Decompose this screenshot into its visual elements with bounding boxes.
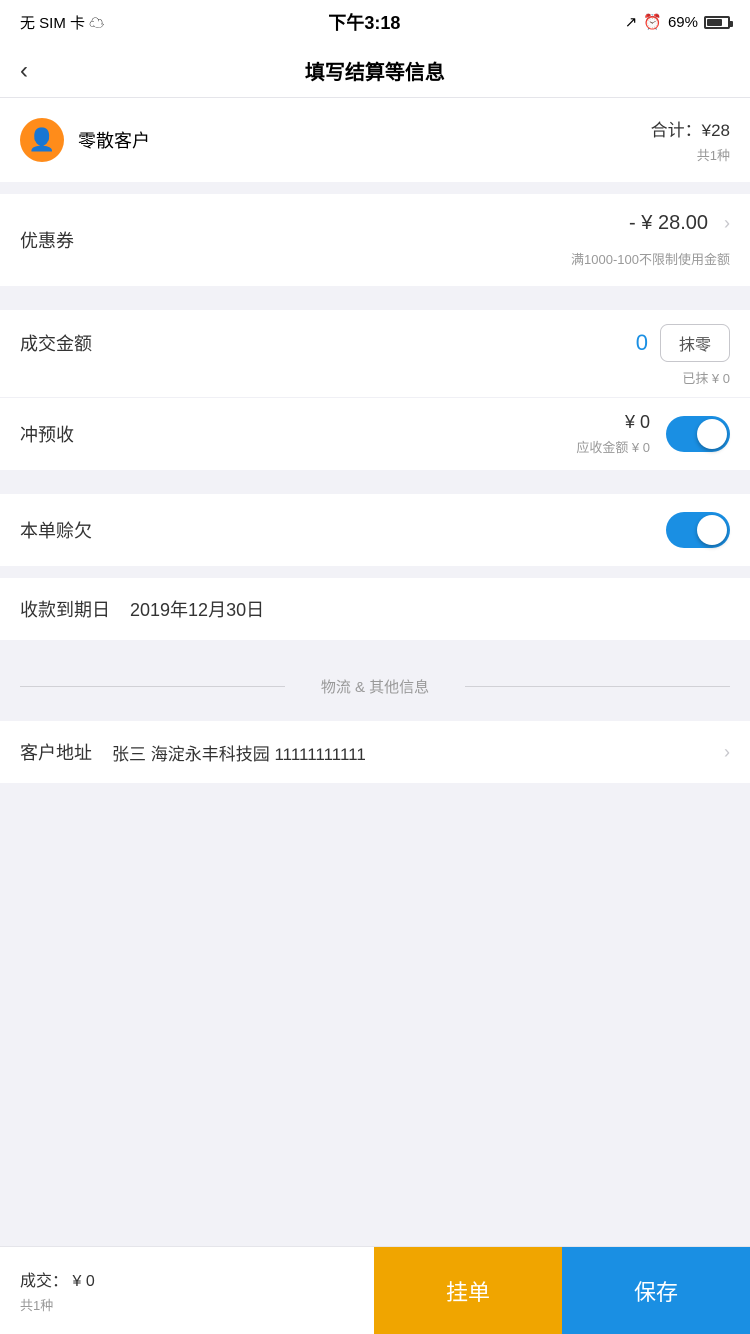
bottom-deal-value: ¥ 0 [72, 1273, 94, 1290]
coupon-row[interactable]: 优惠券 - ¥ 28.00 › 满1000-100不限制使用金额 [0, 194, 750, 286]
status-left: 无 SIM 卡 ☁ [20, 12, 104, 33]
bottom-bar: 成交： ¥ 0 共1种 挂单 保存 [0, 1246, 750, 1334]
bottom-deal-label: 成交： [20, 1273, 68, 1290]
logistics-divider: 物流 & 其他信息 [0, 664, 750, 709]
deal-row-top: 成交金额 0 抹零 [20, 324, 730, 362]
status-bar: 无 SIM 卡 ☁ 下午3:18 ↗ ⏰ 69% [0, 0, 750, 44]
logistics-label: 物流 & 其他信息 [321, 676, 429, 697]
prepay-amounts: ¥ 0 应收金额 ¥ 0 [576, 412, 650, 456]
deal-label: 成交金额 [20, 330, 92, 356]
round-button[interactable]: 抹零 [660, 324, 730, 362]
divider-line-right [465, 686, 730, 687]
coupon-label: 优惠券 [20, 227, 74, 253]
deal-value[interactable]: 0 [636, 330, 648, 356]
page-title: 填写结算等信息 [305, 56, 445, 85]
deal-row: 成交金额 0 抹零 已抹 ¥ 0 [0, 310, 750, 398]
save-button[interactable]: 保存 [562, 1247, 750, 1334]
bottom-count: 共1种 [20, 1295, 354, 1314]
bottom-deal: 成交： ¥ 0 [20, 1267, 354, 1291]
deal-section: 成交金额 0 抹零 已抹 ¥ 0 冲预收 ¥ 0 应收金额 ¥ 0 [0, 310, 750, 470]
debt-label: 本单赊欠 [20, 517, 92, 543]
customer-total: 合计：¥28 [651, 116, 730, 141]
address-chevron-icon: › [724, 742, 730, 763]
divider-line-left [20, 686, 285, 687]
prepay-sub: 应收金额 ¥ 0 [576, 437, 650, 456]
nav-bar: ‹ 填写结算等信息 [0, 44, 750, 98]
deal-sub: 已抹 ¥ 0 [20, 368, 730, 387]
separator-1 [0, 298, 750, 310]
deal-input-area: 0 抹零 [636, 324, 730, 362]
customer-name: 零散客户 [78, 127, 150, 153]
separator-4 [0, 709, 750, 721]
avatar-icon: 👤 [28, 127, 55, 153]
toggle-knob [697, 419, 727, 449]
battery-percent: 69% [668, 14, 698, 31]
coupon-section: 优惠券 - ¥ 28.00 › 满1000-100不限制使用金额 [0, 194, 750, 286]
status-right: ↗ ⏰ 69% [625, 13, 730, 31]
prepay-amount: ¥ 0 [576, 412, 650, 433]
due-date-value[interactable]: 2019年12月30日 [130, 596, 264, 622]
customer-row: 👤 零散客户 合计：¥28 共1种 [0, 98, 750, 182]
prepay-toggle[interactable] [666, 416, 730, 452]
address-row[interactable]: 客户地址 张三 海淀永丰科技园 11111111111 › [0, 721, 750, 783]
hang-button[interactable]: 挂单 [374, 1247, 562, 1334]
logistics-divider-inner: 物流 & 其他信息 [0, 676, 750, 697]
back-button[interactable]: ‹ [20, 57, 28, 85]
debt-toggle-knob [697, 515, 727, 545]
battery-icon [704, 16, 730, 29]
prepay-right: ¥ 0 应收金额 ¥ 0 [576, 412, 730, 456]
sim-label: 无 SIM 卡 ☁ [20, 12, 104, 33]
bottom-info: 成交： ¥ 0 共1种 [0, 1267, 374, 1314]
coupon-amount-row: - ¥ 28.00 › [629, 212, 730, 235]
prepay-label: 冲预收 [20, 421, 74, 447]
location-icon: ↗ [625, 13, 638, 31]
separator-3 [0, 652, 750, 664]
address-right: › [718, 742, 730, 763]
due-date-row: 收款到期日 2019年12月30日 [0, 578, 750, 640]
alarm-icon: ⏰ [643, 13, 662, 31]
debt-row: 本单赊欠 [0, 494, 750, 566]
coupon-amount: - ¥ 28.00 [629, 212, 708, 235]
address-value: 张三 海淀永丰科技园 11111111111 [112, 740, 718, 765]
customer-right: 合计：¥28 共1种 [651, 116, 730, 164]
prepay-row: 冲预收 ¥ 0 应收金额 ¥ 0 [0, 398, 750, 470]
main-content: 👤 零散客户 合计：¥28 共1种 优惠券 - ¥ 28.00 › 满1000-… [0, 98, 750, 895]
coupon-chevron-icon: › [724, 213, 730, 234]
address-label: 客户地址 [20, 739, 92, 765]
customer-count: 共1种 [651, 145, 730, 164]
due-date-label: 收款到期日 [20, 596, 110, 622]
customer-left: 👤 零散客户 [20, 118, 150, 162]
coupon-desc: 满1000-100不限制使用金额 [571, 249, 730, 268]
customer-avatar: 👤 [20, 118, 64, 162]
debt-toggle[interactable] [666, 512, 730, 548]
coupon-right: - ¥ 28.00 › 满1000-100不限制使用金额 [571, 212, 730, 268]
status-time: 下午3:18 [328, 9, 400, 35]
separator-2 [0, 482, 750, 494]
